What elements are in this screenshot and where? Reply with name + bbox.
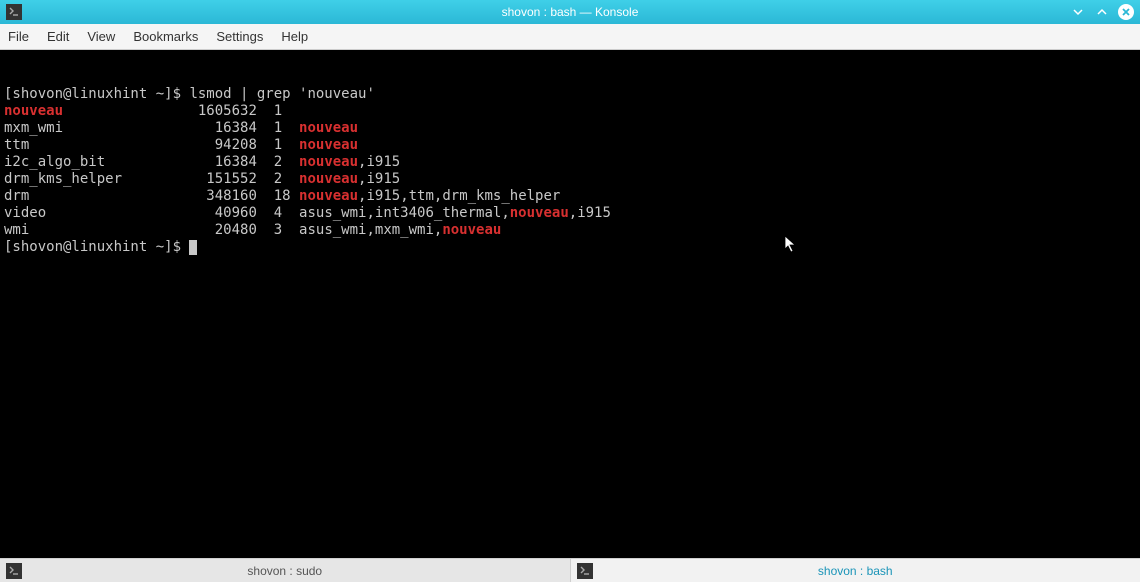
menubar: File Edit View Bookmarks Settings Help (0, 24, 1140, 50)
close-button[interactable] (1118, 4, 1134, 20)
menu-settings[interactable]: Settings (216, 29, 263, 44)
minimize-button[interactable] (1070, 4, 1086, 20)
lsmod-row: drm_kms_helper 151552 2 nouveau,i915 (4, 171, 1136, 188)
lsmod-row: ttm 94208 1 nouveau (4, 137, 1136, 154)
terminal-output[interactable]: [shovon@linuxhint ~]$ lsmod | grep 'nouv… (0, 50, 1140, 558)
app-icon (6, 4, 22, 20)
lsmod-row: wmi 20480 3 asus_wmi,mxm_wmi,nouveau (4, 222, 1136, 239)
maximize-button[interactable] (1094, 4, 1110, 20)
terminal-icon (6, 563, 22, 579)
tab-1[interactable]: shovon : bash (571, 559, 1140, 582)
lsmod-row: video 40960 4 asus_wmi,int3406_thermal,n… (4, 205, 1136, 222)
prompt-line: [shovon@linuxhint ~]$ lsmod | grep 'nouv… (4, 86, 1136, 103)
tabbar: shovon : sudo shovon : bash (0, 558, 1140, 582)
window-buttons (1070, 4, 1134, 20)
titlebar: shovon : bash — Konsole (0, 0, 1140, 24)
menu-edit[interactable]: Edit (47, 29, 69, 44)
menu-file[interactable]: File (8, 29, 29, 44)
menu-help[interactable]: Help (281, 29, 308, 44)
tab-label: shovon : sudo (247, 564, 322, 578)
lsmod-row: drm 348160 18 nouveau,i915,ttm,drm_kms_h… (4, 188, 1136, 205)
menu-view[interactable]: View (87, 29, 115, 44)
lsmod-row: mxm_wmi 16384 1 nouveau (4, 120, 1136, 137)
tab-label: shovon : bash (818, 564, 893, 578)
tab-0[interactable]: shovon : sudo (0, 559, 571, 582)
text-cursor (189, 240, 197, 255)
lsmod-row: nouveau 1605632 1 (4, 103, 1136, 120)
lsmod-row: i2c_algo_bit 16384 2 nouveau,i915 (4, 154, 1136, 171)
window-title: shovon : bash — Konsole (502, 5, 639, 19)
menu-bookmarks[interactable]: Bookmarks (133, 29, 198, 44)
terminal-icon (577, 563, 593, 579)
prompt-line: [shovon@linuxhint ~]$ (4, 239, 1136, 256)
